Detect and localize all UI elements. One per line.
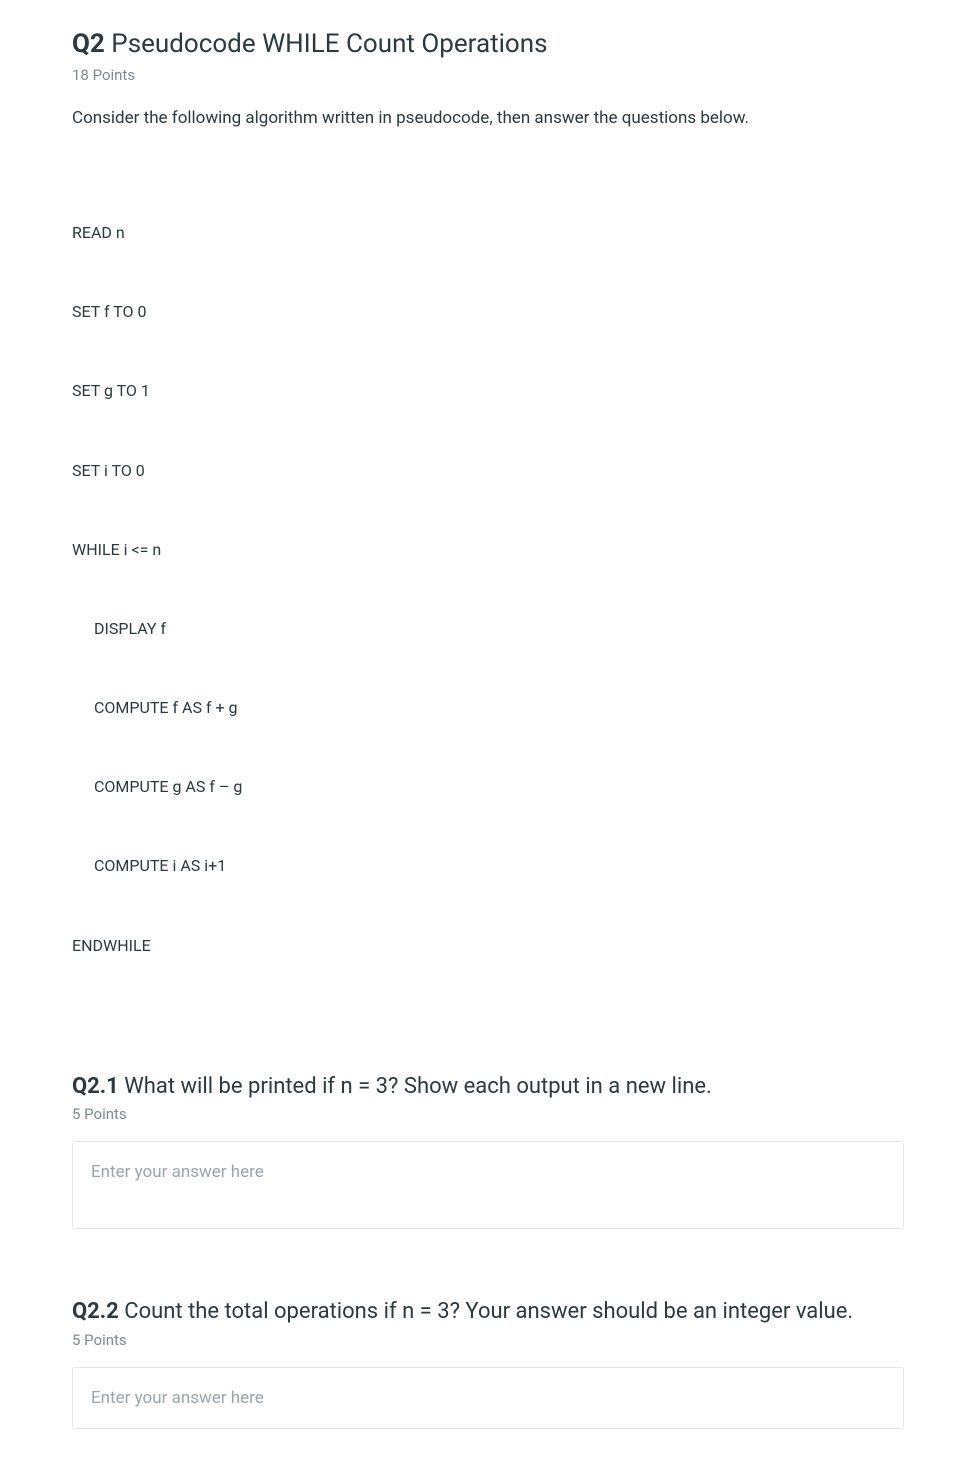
code-line: ENDWHILE xyxy=(72,933,904,959)
pseudocode-block: READ n SET f TO 0 SET g TO 1 SET i TO 0 … xyxy=(72,167,904,1012)
answer-input[interactable]: Enter your answer here xyxy=(72,1367,904,1429)
subquestion-number: Q2.2 xyxy=(72,1299,119,1324)
question-intro: Consider the following algorithm written… xyxy=(72,106,904,132)
code-line: DISPLAY f xyxy=(94,616,904,642)
subquestion-title: Q2.1 What will be printed if n = 3? Show… xyxy=(72,1072,904,1102)
question-title-text: Pseudocode WHILE Count Operations xyxy=(111,29,547,59)
subquestion-title-text: What will be printed if n = 3? Show each… xyxy=(124,1074,712,1099)
question-points: 18 Points xyxy=(72,66,904,84)
subquestion-title-text: Count the total operations if n = 3? You… xyxy=(124,1299,853,1324)
code-line: COMPUTE i AS i+1 xyxy=(94,853,904,879)
code-line: COMPUTE g AS f – g xyxy=(94,774,904,800)
code-line: SET i TO 0 xyxy=(72,458,904,484)
code-line: SET f TO 0 xyxy=(72,299,904,325)
code-line: SET g TO 1 xyxy=(72,378,904,404)
question-title: Q2 Pseudocode WHILE Count Operations xyxy=(72,28,904,62)
subquestion-points: 5 Points xyxy=(72,1105,904,1123)
answer-placeholder: Enter your answer here xyxy=(91,1388,264,1408)
subquestion-points: 5 Points xyxy=(72,1331,904,1349)
subquestion-title: Q2.2 Count the total operations if n = 3… xyxy=(72,1297,904,1327)
code-line: COMPUTE f AS f + g xyxy=(94,695,904,721)
code-line: WHILE i <= n xyxy=(72,537,904,563)
answer-input[interactable]: Enter your answer here xyxy=(72,1141,904,1229)
question-container: Q2 Pseudocode WHILE Count Operations 18 … xyxy=(0,0,976,1469)
subquestion-number: Q2.1 xyxy=(72,1074,119,1099)
question-number: Q2 xyxy=(72,29,105,59)
answer-placeholder: Enter your answer here xyxy=(91,1162,264,1182)
code-line: READ n xyxy=(72,220,904,246)
